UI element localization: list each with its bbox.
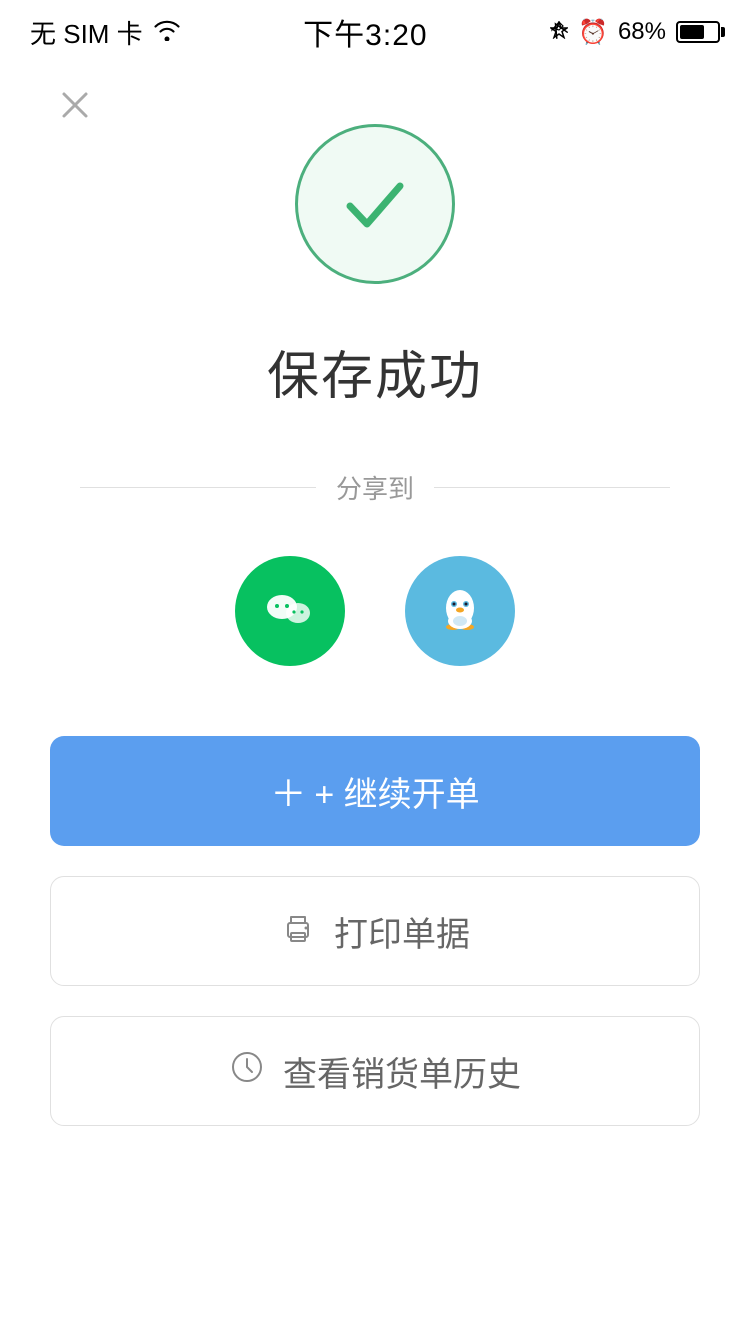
history-label: 查看销货单历史 xyxy=(283,1047,521,1096)
status-right: ⏰ 68% xyxy=(550,18,720,47)
action-buttons: ＋ + 继续开单 打印单据 查看销货单历史 xyxy=(0,736,750,1126)
main-content: 保存成功 分享到 xyxy=(0,64,750,1126)
no-sim-label: 无 SIM 卡 xyxy=(30,14,143,51)
print-button[interactable]: 打印单据 xyxy=(50,876,700,986)
success-title: 保存成功 xyxy=(267,334,483,409)
share-label: 分享到 xyxy=(316,469,434,506)
divider-line-right xyxy=(434,487,670,488)
status-left: 无 SIM 卡 xyxy=(30,14,181,51)
wechat-icon xyxy=(260,581,320,641)
location-icon xyxy=(550,18,568,46)
continue-order-label: + 继续开单 xyxy=(314,767,479,816)
share-icons xyxy=(235,556,515,666)
share-divider: 分享到 xyxy=(0,469,750,506)
status-time: 下午3:20 xyxy=(303,10,427,54)
continue-order-button[interactable]: ＋ + 继续开单 xyxy=(50,736,700,846)
wechat-share-button[interactable] xyxy=(235,556,345,666)
plus-icon: ＋ xyxy=(270,765,306,817)
qq-icon xyxy=(429,580,491,642)
print-icon xyxy=(280,909,316,954)
checkmark-icon xyxy=(335,164,415,244)
divider-line-left xyxy=(80,487,316,488)
battery-percent: 68% xyxy=(618,18,666,46)
wifi-icon xyxy=(153,17,181,48)
battery-icon xyxy=(676,21,720,43)
qq-share-button[interactable] xyxy=(405,556,515,666)
alarm-icon: ⏰ xyxy=(578,18,608,47)
success-icon-wrapper xyxy=(295,124,455,284)
close-button[interactable] xyxy=(50,80,100,130)
history-button[interactable]: 查看销货单历史 xyxy=(50,1016,700,1126)
status-bar: 无 SIM 卡 下午3:20 ⏰ 68% xyxy=(0,0,750,64)
print-label: 打印单据 xyxy=(334,907,470,956)
history-icon xyxy=(229,1049,265,1094)
